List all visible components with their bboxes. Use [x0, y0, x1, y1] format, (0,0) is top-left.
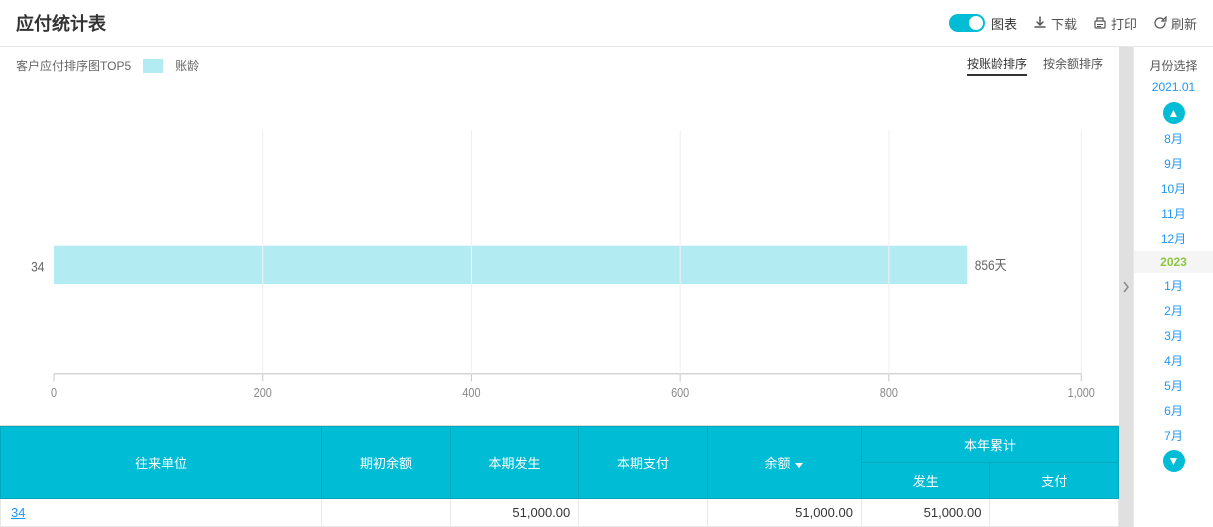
- sidebar-month-9[interactable]: 9月: [1134, 151, 1213, 176]
- refresh-icon: [1153, 16, 1167, 30]
- col-header-ytd-pay: 支付: [990, 463, 1119, 499]
- bar-value-label: 856天: [975, 257, 1007, 273]
- sidebar-collapse-arrow[interactable]: [1119, 47, 1133, 527]
- chevron-right-icon: [1122, 280, 1130, 294]
- chart-container: 34 856天 0 200 400 600: [0, 84, 1119, 425]
- col-header-balance: 余额: [707, 427, 861, 499]
- sidebar-month-11[interactable]: 11月: [1134, 201, 1213, 226]
- refresh-label: 刷新: [1171, 14, 1197, 33]
- sidebar-wrapper: 月份选择 2021.01 ▲ 8月 9月 10月 11月 12月 2023 1月…: [1119, 47, 1213, 527]
- col-header-ytd: 本年累计: [861, 427, 1118, 463]
- ytd-occur-cell: 51,000.00: [861, 499, 990, 527]
- col-header-current-pay: 本期支付: [579, 427, 708, 499]
- chart-legend: 客户应付排序图TOP5 账龄: [16, 57, 199, 74]
- ytd-pay-cell: [990, 499, 1119, 527]
- current-occur-cell: 51,000.00: [450, 499, 579, 527]
- col-header-unit: 往来单位: [1, 427, 322, 499]
- legend-box: [143, 59, 163, 73]
- page-title: 应付统计表: [16, 10, 106, 36]
- sidebar-month-2[interactable]: 2月: [1134, 298, 1213, 323]
- download-button[interactable]: 下载: [1033, 14, 1077, 33]
- opening-cell: [322, 499, 451, 527]
- bar-y-label: 34: [31, 258, 44, 274]
- download-label: 下载: [1051, 14, 1077, 33]
- current-pay-cell: [579, 499, 708, 527]
- sort-icon: [794, 460, 804, 470]
- sort-by-balance-button[interactable]: 按账龄排序: [967, 55, 1027, 76]
- sidebar-month-3[interactable]: 3月: [1134, 323, 1213, 348]
- unit-cell[interactable]: 34: [1, 499, 322, 527]
- refresh-button[interactable]: 刷新: [1153, 14, 1197, 33]
- sidebar-title: 月份选择: [1149, 51, 1197, 78]
- svg-text:1,000: 1,000: [1068, 385, 1096, 400]
- sidebar-month-4[interactable]: 4月: [1134, 348, 1213, 373]
- svg-text:0: 0: [51, 385, 57, 400]
- sidebar-month-12[interactable]: 12月: [1134, 226, 1213, 251]
- sidebar-month-5[interactable]: 5月: [1134, 373, 1213, 398]
- sidebar-month-list: 8月 9月 10月 11月 12月 2023 1月 2月 3月 4月 5月 6月…: [1134, 126, 1213, 448]
- bar-rect: [54, 246, 967, 284]
- print-button[interactable]: 打印: [1093, 14, 1137, 33]
- download-icon: [1033, 16, 1047, 30]
- col-header-opening: 期初余额: [322, 427, 451, 499]
- chart-toggle-group: 图表: [949, 14, 1017, 33]
- sidebar-month-10[interactable]: 10月: [1134, 176, 1213, 201]
- sidebar-year-2023: 2023: [1134, 251, 1213, 273]
- sort-by-amount-button[interactable]: 按余额排序: [1043, 55, 1103, 76]
- legend-label: 客户应付排序图TOP5: [16, 57, 131, 74]
- col-header-current-occur: 本期发生: [450, 427, 579, 499]
- legend-box-label: 账龄: [175, 57, 199, 74]
- print-label: 打印: [1111, 14, 1137, 33]
- sidebar-month-1[interactable]: 1月: [1134, 273, 1213, 298]
- sidebar-year[interactable]: 2021.01: [1152, 78, 1195, 100]
- svg-text:800: 800: [880, 385, 898, 400]
- svg-text:400: 400: [462, 385, 480, 400]
- sidebar: 月份选择 2021.01 ▲ 8月 9月 10月 11月 12月 2023 1月…: [1133, 47, 1213, 527]
- sidebar-month-6[interactable]: 6月: [1134, 398, 1213, 423]
- sidebar-month-7[interactable]: 7月: [1134, 423, 1213, 448]
- chart-toggle-label: 图表: [991, 14, 1017, 33]
- chart-sort-buttons: 按账龄排序 按余额排序: [967, 55, 1103, 76]
- col-header-ytd-occur: 发生: [861, 463, 990, 499]
- svg-text:600: 600: [671, 385, 689, 400]
- sidebar-up-button[interactable]: ▲: [1163, 102, 1185, 124]
- balance-cell: 51,000.00: [707, 499, 861, 527]
- sidebar-down-button[interactable]: ▼: [1163, 450, 1185, 472]
- table-row: 34 51,000.00 51,000.00 51,000.00: [1, 499, 1119, 527]
- sidebar-month-8[interactable]: 8月: [1134, 126, 1213, 151]
- data-table: 往来单位 期初余额 本期发生 本期支付 余额 本年累计 发生: [0, 426, 1119, 527]
- data-table-area: 往来单位 期初余额 本期发生 本期支付 余额 本年累计 发生: [0, 425, 1119, 527]
- svg-text:200: 200: [254, 385, 272, 400]
- chart-toggle[interactable]: [949, 14, 985, 32]
- print-icon: [1093, 16, 1107, 30]
